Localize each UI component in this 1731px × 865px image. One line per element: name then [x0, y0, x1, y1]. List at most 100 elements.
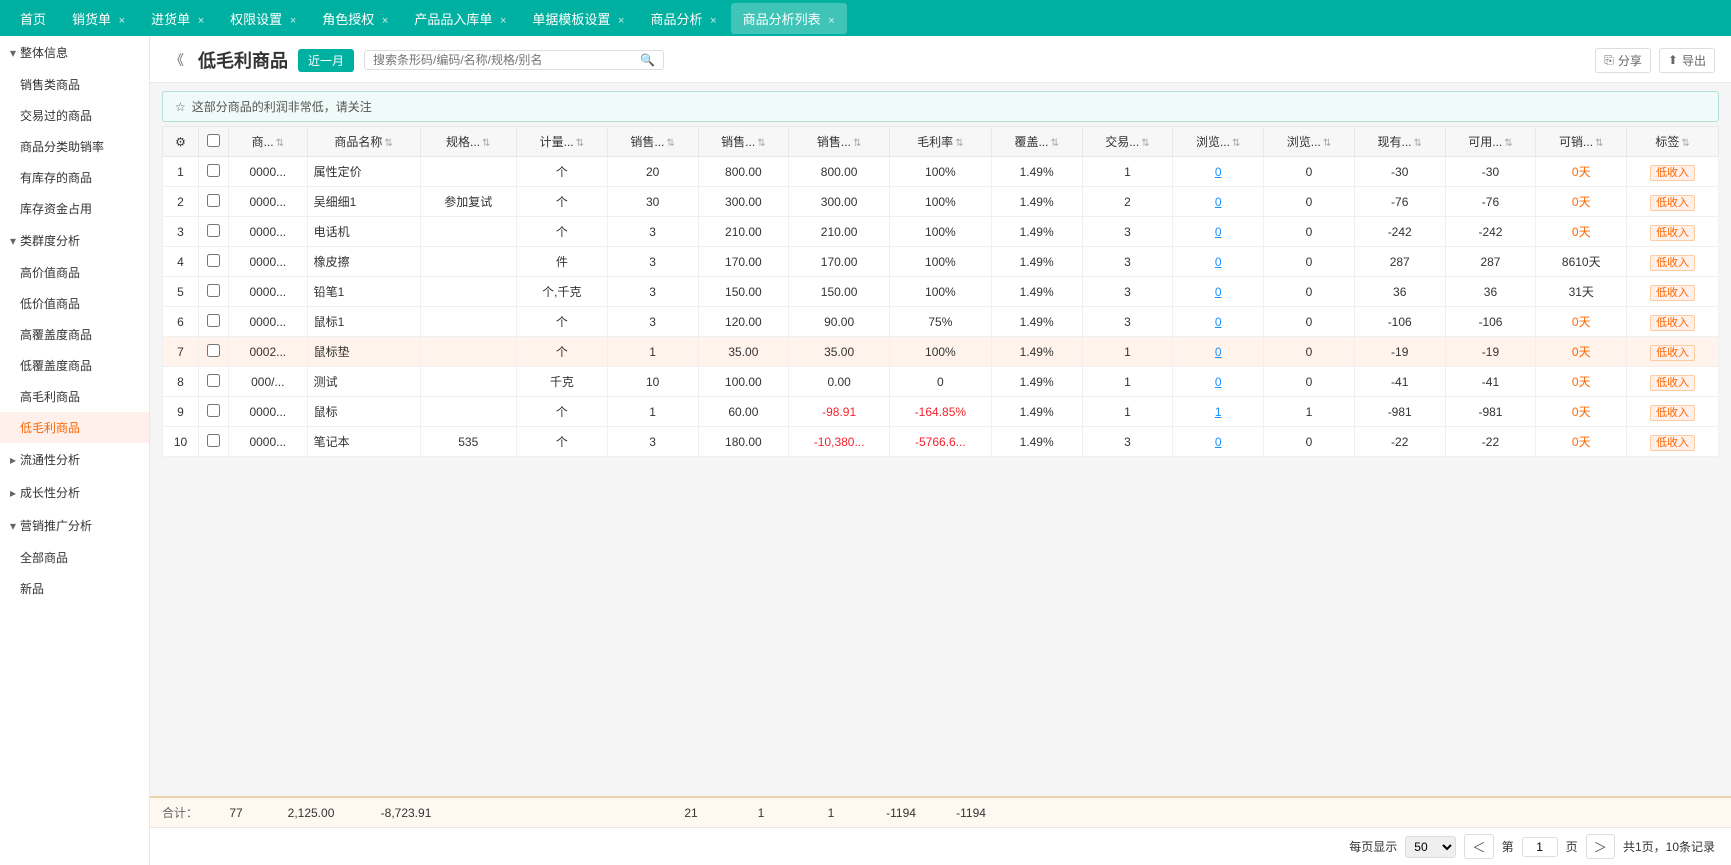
- row-code: 0002...: [229, 337, 308, 367]
- row-checkbox[interactable]: [199, 247, 229, 277]
- close-sales-icon[interactable]: ×: [119, 15, 125, 27]
- row-trade: 2: [1082, 187, 1173, 217]
- row-check[interactable]: [207, 194, 220, 207]
- row-browse1[interactable]: 0: [1173, 367, 1264, 397]
- page-suffix: 页: [1566, 838, 1578, 855]
- close-product-analysis-icon[interactable]: ×: [710, 15, 716, 27]
- row-browse1[interactable]: 0: [1173, 247, 1264, 277]
- row-check[interactable]: [207, 164, 220, 177]
- row-check[interactable]: [207, 404, 220, 417]
- close-purchase-icon[interactable]: ×: [198, 15, 204, 27]
- col-gross-margin: 毛利率⇅: [889, 127, 991, 157]
- sidebar-group-overall[interactable]: ▾ 整体信息: [0, 36, 149, 69]
- nav-product-analysis-list[interactable]: 商品分析列表 ×: [731, 3, 847, 34]
- sidebar-item-high-coverage[interactable]: 高覆盖度商品: [0, 319, 149, 350]
- row-unit: 个: [516, 397, 607, 427]
- row-checkbox[interactable]: [199, 367, 229, 397]
- search-input[interactable]: [373, 53, 640, 67]
- sidebar-group-growth[interactable]: ▸ 成长性分析: [0, 476, 149, 509]
- row-sale-price: 100.00: [698, 367, 789, 397]
- sidebar-item-low-margin[interactable]: 低毛利商品: [0, 412, 149, 443]
- row-check[interactable]: [207, 434, 220, 447]
- footer-trade: 21: [656, 806, 726, 820]
- close-product-analysis-list-icon[interactable]: ×: [828, 15, 834, 27]
- period-button[interactable]: 近一月: [298, 49, 354, 72]
- export-button[interactable]: ⬆ 导出: [1659, 48, 1715, 73]
- row-check[interactable]: [207, 314, 220, 327]
- row-checkbox[interactable]: [199, 157, 229, 187]
- sidebar-item-low-value[interactable]: 低价值商品: [0, 288, 149, 319]
- nav-sales[interactable]: 销货单 ×: [60, 3, 137, 34]
- next-page-button[interactable]: ＞: [1586, 834, 1615, 859]
- select-all-checkbox[interactable]: [207, 134, 220, 147]
- row-browse1[interactable]: 0: [1173, 187, 1264, 217]
- page-number-input[interactable]: [1522, 837, 1558, 857]
- prev-page-button[interactable]: ＜: [1464, 834, 1493, 859]
- nav-product-analysis[interactable]: 商品分析 ×: [638, 3, 728, 34]
- row-checkbox[interactable]: [199, 427, 229, 457]
- row-checkbox[interactable]: [199, 277, 229, 307]
- page-size-select[interactable]: 50 100: [1405, 836, 1456, 858]
- row-browse1[interactable]: 0: [1173, 157, 1264, 187]
- row-checkbox[interactable]: [199, 307, 229, 337]
- row-name: 鼠标: [307, 397, 420, 427]
- row-browse1[interactable]: 0: [1173, 277, 1264, 307]
- nav-roles[interactable]: 角色授权 ×: [310, 3, 400, 34]
- row-browse1[interactable]: 0: [1173, 217, 1264, 247]
- row-check[interactable]: [207, 254, 220, 267]
- table-row: 4 0000... 橡皮擦 件 3 170.00 170.00 100% 1.4…: [163, 247, 1719, 277]
- row-checkbox[interactable]: [199, 217, 229, 247]
- share-button[interactable]: ⎘ 分享: [1595, 48, 1651, 73]
- sidebar-item-high-value[interactable]: 高价值商品: [0, 257, 149, 288]
- close-permissions-icon[interactable]: ×: [290, 15, 296, 27]
- row-sale-qty: 3: [607, 427, 698, 457]
- table-row: 3 0000... 电话机 个 3 210.00 210.00 100% 1.4…: [163, 217, 1719, 247]
- sidebar-group-cluster[interactable]: ▾ 类群度分析: [0, 224, 149, 257]
- sidebar-item-stock-capital[interactable]: 库存资金占用: [0, 193, 149, 224]
- row-check[interactable]: [207, 224, 220, 237]
- sidebar-item-all-products[interactable]: 全部商品: [0, 542, 149, 573]
- close-product-entry-icon[interactable]: ×: [500, 15, 506, 27]
- row-current-stock: -242: [1354, 217, 1445, 247]
- col-coverage: 覆盖...⇅: [991, 127, 1082, 157]
- table-row: 1 0000... 属性定价 个 20 800.00 800.00 100% 1…: [163, 157, 1719, 187]
- sidebar-item-new-products[interactable]: 新品: [0, 573, 149, 604]
- row-sale-price: 35.00: [698, 337, 789, 367]
- nav-template[interactable]: 单据模板设置 ×: [520, 3, 636, 34]
- row-coverage: 1.49%: [991, 157, 1082, 187]
- collapse-sidebar-button[interactable]: 《: [166, 46, 188, 74]
- row-browse1[interactable]: 1: [1173, 397, 1264, 427]
- row-check[interactable]: [207, 374, 220, 387]
- sidebar-group-marketing[interactable]: ▾ 营销推广分析: [0, 509, 149, 542]
- nav-home[interactable]: 首页: [8, 3, 58, 34]
- row-checkbox[interactable]: [199, 337, 229, 367]
- col-settings[interactable]: ⚙: [163, 127, 199, 157]
- export-icon: ⬆: [1668, 53, 1678, 67]
- sidebar-group-flow[interactable]: ▸ 流通性分析: [0, 443, 149, 476]
- search-icon[interactable]: 🔍: [640, 53, 655, 67]
- row-browse1[interactable]: 0: [1173, 337, 1264, 367]
- close-template-icon[interactable]: ×: [618, 15, 624, 27]
- sidebar-item-sales-products[interactable]: 销售类商品: [0, 69, 149, 100]
- sidebar-item-stocked-products[interactable]: 有库存的商品: [0, 162, 149, 193]
- sidebar-item-traded-products[interactable]: 交易过的商品: [0, 100, 149, 131]
- nav-purchase[interactable]: 进货单 ×: [139, 3, 216, 34]
- table-row: 6 0000... 鼠标1 个 3 120.00 90.00 75% 1.49%…: [163, 307, 1719, 337]
- arrow-growth-icon: ▸: [10, 486, 16, 500]
- nav-product-entry[interactable]: 产品品入库单 ×: [402, 3, 518, 34]
- row-browse2: 0: [1264, 367, 1355, 397]
- close-roles-icon[interactable]: ×: [382, 15, 388, 27]
- row-browse1[interactable]: 0: [1173, 427, 1264, 457]
- col-checkbox[interactable]: [199, 127, 229, 157]
- sidebar-item-low-coverage[interactable]: 低覆盖度商品: [0, 350, 149, 381]
- sidebar-item-category-sales-rate[interactable]: 商品分类助销率: [0, 131, 149, 162]
- row-sale-qty: 10: [607, 367, 698, 397]
- row-current-stock: -30: [1354, 157, 1445, 187]
- row-checkbox[interactable]: [199, 187, 229, 217]
- nav-permissions[interactable]: 权限设置 ×: [218, 3, 308, 34]
- row-browse1[interactable]: 0: [1173, 307, 1264, 337]
- row-check[interactable]: [207, 344, 220, 357]
- row-checkbox[interactable]: [199, 397, 229, 427]
- row-check[interactable]: [207, 284, 220, 297]
- sidebar-item-high-margin[interactable]: 高毛利商品: [0, 381, 149, 412]
